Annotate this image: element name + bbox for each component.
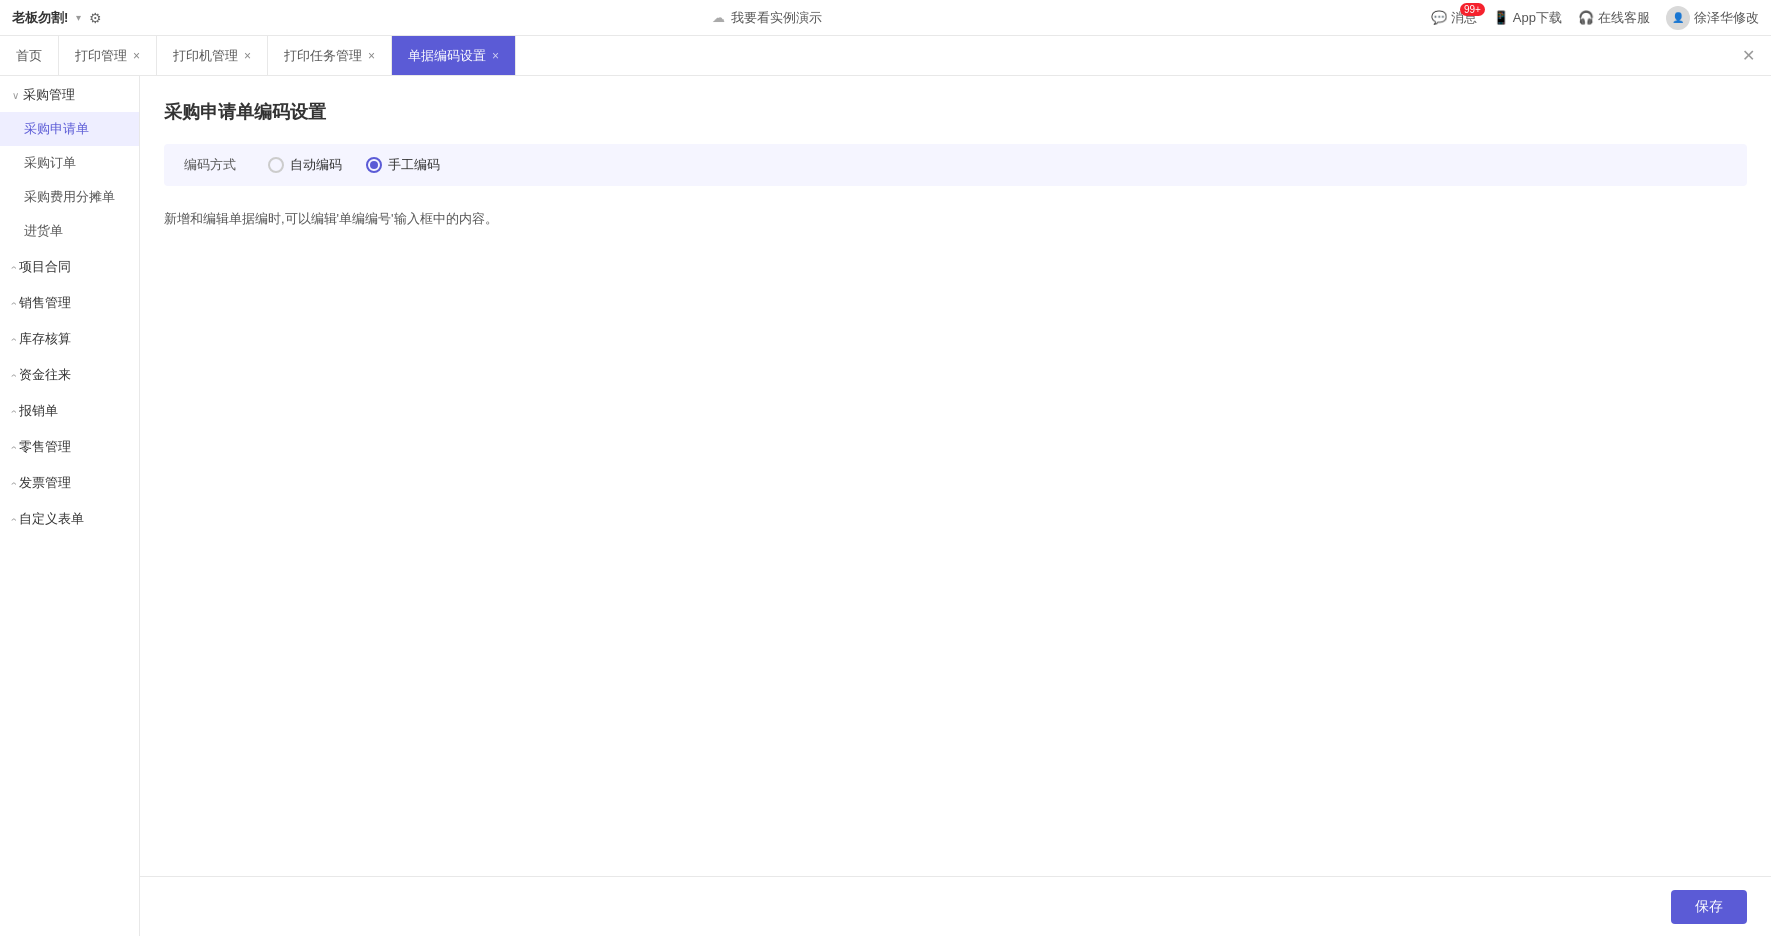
app-download-button[interactable]: 📱 App下载 (1493, 9, 1562, 27)
main-layout: ∨ 采购管理 采购申请单 采购订单 采购费用分摊单 进货单 › 项目合同 (0, 76, 1771, 936)
sidebar-group-capital-title[interactable]: › 资金往来 (0, 356, 139, 392)
sidebar-item-purchase-request[interactable]: 采购申请单 (0, 112, 139, 146)
window-close-button[interactable]: ✕ (1726, 46, 1771, 65)
sidebar-group-invoice-mgmt-title[interactable]: › 发票管理 (0, 464, 139, 500)
gear-icon[interactable]: ⚙ (89, 10, 102, 26)
sidebar-item-purchase-expense[interactable]: 采购费用分摊单 (0, 180, 139, 214)
description-text: 新增和编辑单据编时,可以编辑'单编编号'输入框中的内容。 (164, 202, 1747, 236)
mobile-icon: 📱 (1493, 10, 1509, 25)
sidebar: ∨ 采购管理 采购申请单 采购订单 采购费用分摊单 进货单 › 项目合同 (0, 76, 140, 936)
sidebar-group-inventory-title[interactable]: › 库存核算 (0, 320, 139, 356)
sidebar-group-retail-mgmt: › 零售管理 (0, 428, 139, 464)
top-bar-right: 💬 消息 99+ 📱 App下载 🎧 在线客服 👤 徐泽华修改 (1431, 6, 1759, 30)
dropdown-arrow-icon[interactable]: ▾ (76, 12, 81, 23)
sidebar-group-purchase-title[interactable]: ∨ 采购管理 (0, 76, 139, 112)
encoding-section: 编码方式 自动编码 手工编码 新增和编辑单据编时,可以编辑'单编编号'输入框中的… (164, 144, 1747, 236)
encoding-label: 编码方式 (184, 156, 244, 174)
message-button[interactable]: 💬 消息 99+ (1431, 9, 1477, 27)
demo-text[interactable]: 我要看实例演示 (731, 9, 822, 27)
tab-single-code[interactable]: 单据编码设置 × (392, 36, 516, 75)
sidebar-group-invoice-mgmt: › 发票管理 (0, 464, 139, 500)
sidebar-group-sales-mgmt: › 销售管理 (0, 284, 139, 320)
tab-print-mgmt[interactable]: 打印管理 × (59, 36, 157, 75)
chevron-right-icon: › (8, 301, 19, 304)
chevron-down-icon: ∨ (12, 90, 19, 101)
chevron-right-icon: › (8, 373, 19, 376)
tab-print-task[interactable]: 打印任务管理 × (268, 36, 392, 75)
content-area: 采购申请单编码设置 编码方式 自动编码 手工编码 (140, 76, 1771, 936)
radio-inner-dot (370, 161, 378, 169)
auto-code-radio[interactable] (268, 157, 284, 173)
sidebar-group-project-contract: › 项目合同 (0, 248, 139, 284)
sidebar-group-custom-forms-title[interactable]: › 自定义表单 (0, 500, 139, 536)
tab-close-icon[interactable]: × (492, 49, 499, 63)
tab-bar: 首页 打印管理 × 打印机管理 × 打印任务管理 × 单据编码设置 × ✕ (0, 36, 1771, 76)
top-bar: 老板勿割! ▾ ⚙ ☁ 我要看实例演示 💬 消息 99+ 📱 App下载 🎧 在… (0, 0, 1771, 36)
chevron-right-icon: › (8, 265, 19, 268)
sidebar-group-returns-title[interactable]: › 报销单 (0, 392, 139, 428)
sidebar-group-purchase: ∨ 采购管理 采购申请单 采购订单 采购费用分摊单 进货单 (0, 76, 139, 248)
auto-code-option[interactable]: 自动编码 (268, 156, 342, 174)
encoding-row: 编码方式 自动编码 手工编码 (164, 144, 1747, 186)
top-bar-center: ☁ 我要看实例演示 (712, 9, 822, 27)
cloud-icon: ☁ (712, 10, 725, 25)
chevron-right-icon: › (8, 337, 19, 340)
chevron-right-icon: › (8, 481, 19, 484)
headset-icon: 🎧 (1578, 10, 1594, 25)
sidebar-item-purchase-order[interactable]: 采购订单 (0, 146, 139, 180)
online-service-button[interactable]: 🎧 在线客服 (1578, 9, 1650, 27)
tab-home[interactable]: 首页 (0, 36, 59, 75)
chevron-right-icon: › (8, 517, 19, 520)
top-bar-left: 老板勿割! ▾ ⚙ (12, 9, 102, 27)
auto-code-label: 自动编码 (290, 156, 342, 174)
content-footer: 保存 (140, 876, 1771, 936)
user-name: 徐泽华修改 (1694, 9, 1759, 27)
manual-code-radio[interactable] (366, 157, 382, 173)
save-button[interactable]: 保存 (1671, 890, 1747, 924)
tab-close-icon[interactable]: × (133, 49, 140, 63)
user-menu[interactable]: 👤 徐泽华修改 (1666, 6, 1759, 30)
sidebar-group-returns: › 报销单 (0, 392, 139, 428)
chevron-right-icon: › (8, 445, 19, 448)
manual-code-option[interactable]: 手工编码 (366, 156, 440, 174)
sidebar-group-sales-mgmt-title[interactable]: › 销售管理 (0, 284, 139, 320)
sidebar-item-stock-in[interactable]: 进货单 (0, 214, 139, 248)
content-main: 采购申请单编码设置 编码方式 自动编码 手工编码 (140, 76, 1771, 876)
sidebar-group-retail-mgmt-title[interactable]: › 零售管理 (0, 428, 139, 464)
sidebar-group-custom-forms: › 自定义表单 (0, 500, 139, 536)
message-badge: 99+ (1460, 3, 1485, 16)
sidebar-group-capital: › 资金往来 (0, 356, 139, 392)
chevron-right-icon: › (8, 409, 19, 412)
message-icon: 💬 (1431, 10, 1447, 25)
manual-code-label: 手工编码 (388, 156, 440, 174)
avatar: 👤 (1666, 6, 1690, 30)
app-logo: 老板勿割! (12, 9, 68, 27)
tab-printer-mgmt[interactable]: 打印机管理 × (157, 36, 268, 75)
sidebar-group-inventory: › 库存核算 (0, 320, 139, 356)
tab-close-icon[interactable]: × (244, 49, 251, 63)
page-title: 采购申请单编码设置 (164, 100, 1747, 124)
sidebar-group-project-contract-title[interactable]: › 项目合同 (0, 248, 139, 284)
tab-close-icon[interactable]: × (368, 49, 375, 63)
